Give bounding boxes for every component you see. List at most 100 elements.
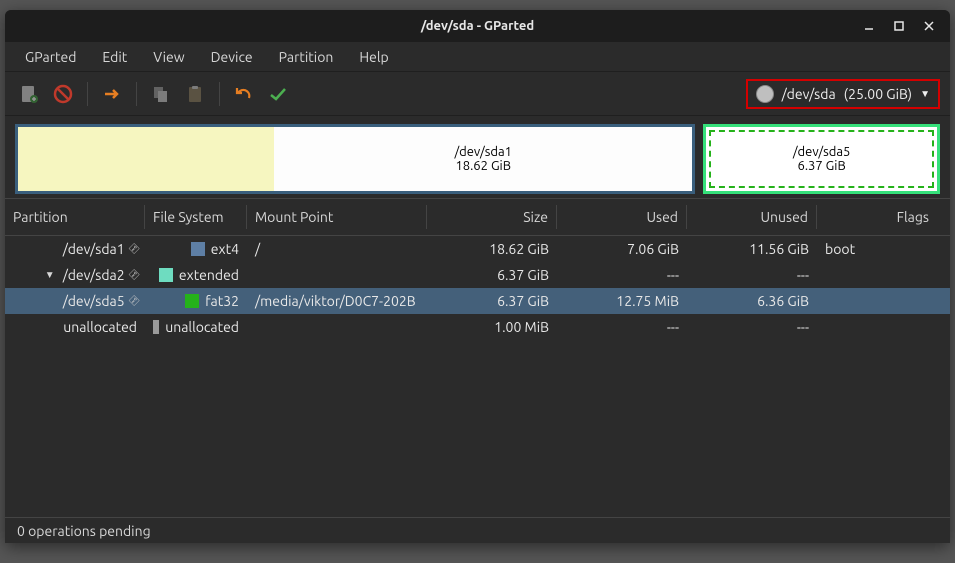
partition-name: /dev/sda2 <box>63 267 125 283</box>
graph-partition-sda1[interactable]: /dev/sda1 18.62 GiB <box>15 124 695 194</box>
cell-flags <box>817 290 937 312</box>
statusbar: 0 operations pending <box>5 517 950 543</box>
apply-button[interactable] <box>264 80 292 108</box>
toolbar-separator <box>136 82 137 106</box>
cell-unused: --- <box>687 264 817 286</box>
copy-icon <box>151 84 171 104</box>
partition-graph: /dev/sda1 18.62 GiB /dev/sda5 6.37 GiB <box>15 124 940 194</box>
toolbar: /dev/sda (25.00 GiB) ▼ <box>5 72 950 116</box>
chevron-down-icon: ▼ <box>920 88 930 100</box>
menu-help[interactable]: Help <box>349 45 398 69</box>
window-title: /dev/sda - GParted <box>421 19 534 33</box>
fs-swatch <box>185 294 199 308</box>
cell-unused: 11.56 GiB <box>687 238 817 260</box>
close-button[interactable] <box>914 14 944 38</box>
cell-flags <box>817 264 937 286</box>
maximize-button[interactable] <box>884 14 914 38</box>
col-filesystem[interactable]: File System <box>145 205 247 229</box>
cell-partition: unallocated <box>5 316 145 338</box>
partition-table: /dev/sda1⚿ ext4 /18.62 GiB7.06 GiB11.56 Gi… <box>5 236 950 517</box>
cell-used: --- <box>557 264 687 286</box>
status-text: 0 operations pending <box>17 523 151 539</box>
cell-filesystem: fat32 <box>145 290 247 312</box>
partition-name: unallocated <box>63 319 137 335</box>
delete-button[interactable] <box>49 80 77 108</box>
no-entry-icon <box>53 84 73 104</box>
table-row[interactable]: /dev/sda1⚿ ext4 /18.62 GiB7.06 GiB11.56 Gi… <box>5 236 950 262</box>
checkmark-icon <box>268 84 288 104</box>
cell-unused: --- <box>687 316 817 338</box>
graph-used-region <box>18 127 274 191</box>
cell-mount: / <box>247 238 427 260</box>
cell-filesystem: unallocated <box>145 316 247 338</box>
copy-button[interactable] <box>147 80 175 108</box>
cell-mount <box>247 264 427 286</box>
cell-partition: /dev/sda1⚿ <box>5 238 145 260</box>
table-row[interactable]: ▼/dev/sda2⚿extended6.37 GiB------ <box>5 262 950 288</box>
graph-sda5-size: 6.37 GiB <box>798 159 846 173</box>
toolbar-separator <box>219 82 220 106</box>
fs-swatch <box>159 268 173 282</box>
cell-flags <box>817 316 937 338</box>
partition-name: /dev/sda5 <box>41 293 125 309</box>
window-controls <box>854 14 944 38</box>
gparted-window: /dev/sda - GParted GParted Edit View Dev… <box>5 10 950 543</box>
fs-name: ext4 <box>211 241 239 257</box>
menubar: GParted Edit View Device Partition Help <box>5 42 950 72</box>
device-size: (25.00 GiB) <box>844 86 912 102</box>
cell-filesystem: extended <box>145 264 247 286</box>
disk-icon <box>756 85 774 103</box>
cell-unused: 6.36 GiB <box>687 290 817 312</box>
graph-sda5-name: /dev/sda5 <box>793 145 851 159</box>
fs-swatch <box>191 242 205 256</box>
table-row[interactable]: /dev/sda5⚿fat32/media/viktor/D0C7-202B6.… <box>5 288 950 314</box>
menu-view[interactable]: View <box>143 45 194 69</box>
menu-partition[interactable]: Partition <box>269 45 344 69</box>
fs-swatch <box>153 320 159 334</box>
device-selector[interactable]: /dev/sda (25.00 GiB) ▼ <box>746 79 940 109</box>
col-partition[interactable]: Partition <box>5 205 145 229</box>
cell-partition: /dev/sda5⚿ <box>5 290 145 312</box>
col-unused[interactable]: Unused <box>687 205 817 229</box>
paste-icon <box>185 84 205 104</box>
undo-icon <box>234 84 254 104</box>
cell-size: 6.37 GiB <box>427 290 557 312</box>
col-flags[interactable]: Flags <box>817 205 937 229</box>
graph-partition-sda5[interactable]: /dev/sda5 6.37 GiB <box>703 124 940 194</box>
menu-edit[interactable]: Edit <box>92 45 137 69</box>
col-mount[interactable]: Mount Point <box>247 205 427 229</box>
graph-sda1-size: 18.62 GiB <box>455 159 511 173</box>
expander-icon[interactable]: ▼ <box>45 269 55 281</box>
cell-mount <box>247 316 427 338</box>
cell-size: 18.62 GiB <box>427 238 557 260</box>
partition-name: /dev/sda1 <box>63 241 125 257</box>
titlebar: /dev/sda - GParted <box>5 10 950 42</box>
device-name: /dev/sda <box>782 86 836 102</box>
cell-used: 7.06 GiB <box>557 238 687 260</box>
fs-name: extended <box>179 267 239 283</box>
undo-button[interactable] <box>230 80 258 108</box>
lock-key-icon: ⚿ <box>125 241 140 256</box>
cell-mount: /media/viktor/D0C7-202B <box>247 290 427 312</box>
table-row[interactable]: unallocatedunallocated1.00 MiB------ <box>5 314 950 340</box>
cell-flags: boot <box>817 238 937 260</box>
toolbar-separator <box>87 82 88 106</box>
paste-button[interactable] <box>181 80 209 108</box>
arrow-right-icon <box>102 84 122 104</box>
new-partition-button[interactable] <box>15 80 43 108</box>
col-size[interactable]: Size <box>427 205 557 229</box>
graph-sda1-name: /dev/sda1 <box>454 145 512 159</box>
col-used[interactable]: Used <box>557 205 687 229</box>
cell-partition: ▼/dev/sda2⚿ <box>5 264 145 286</box>
menu-device[interactable]: Device <box>201 45 263 69</box>
cell-filesystem: ext4 <box>145 238 247 260</box>
menu-gparted[interactable]: GParted <box>15 45 86 69</box>
fs-name: fat32 <box>205 293 239 309</box>
resize-move-button[interactable] <box>98 80 126 108</box>
cell-size: 6.37 GiB <box>427 264 557 286</box>
cell-used: 12.75 MiB <box>557 290 687 312</box>
fs-name: unallocated <box>165 319 239 335</box>
minimize-button[interactable] <box>854 14 884 38</box>
document-new-icon <box>19 84 39 104</box>
cell-size: 1.00 MiB <box>427 316 557 338</box>
